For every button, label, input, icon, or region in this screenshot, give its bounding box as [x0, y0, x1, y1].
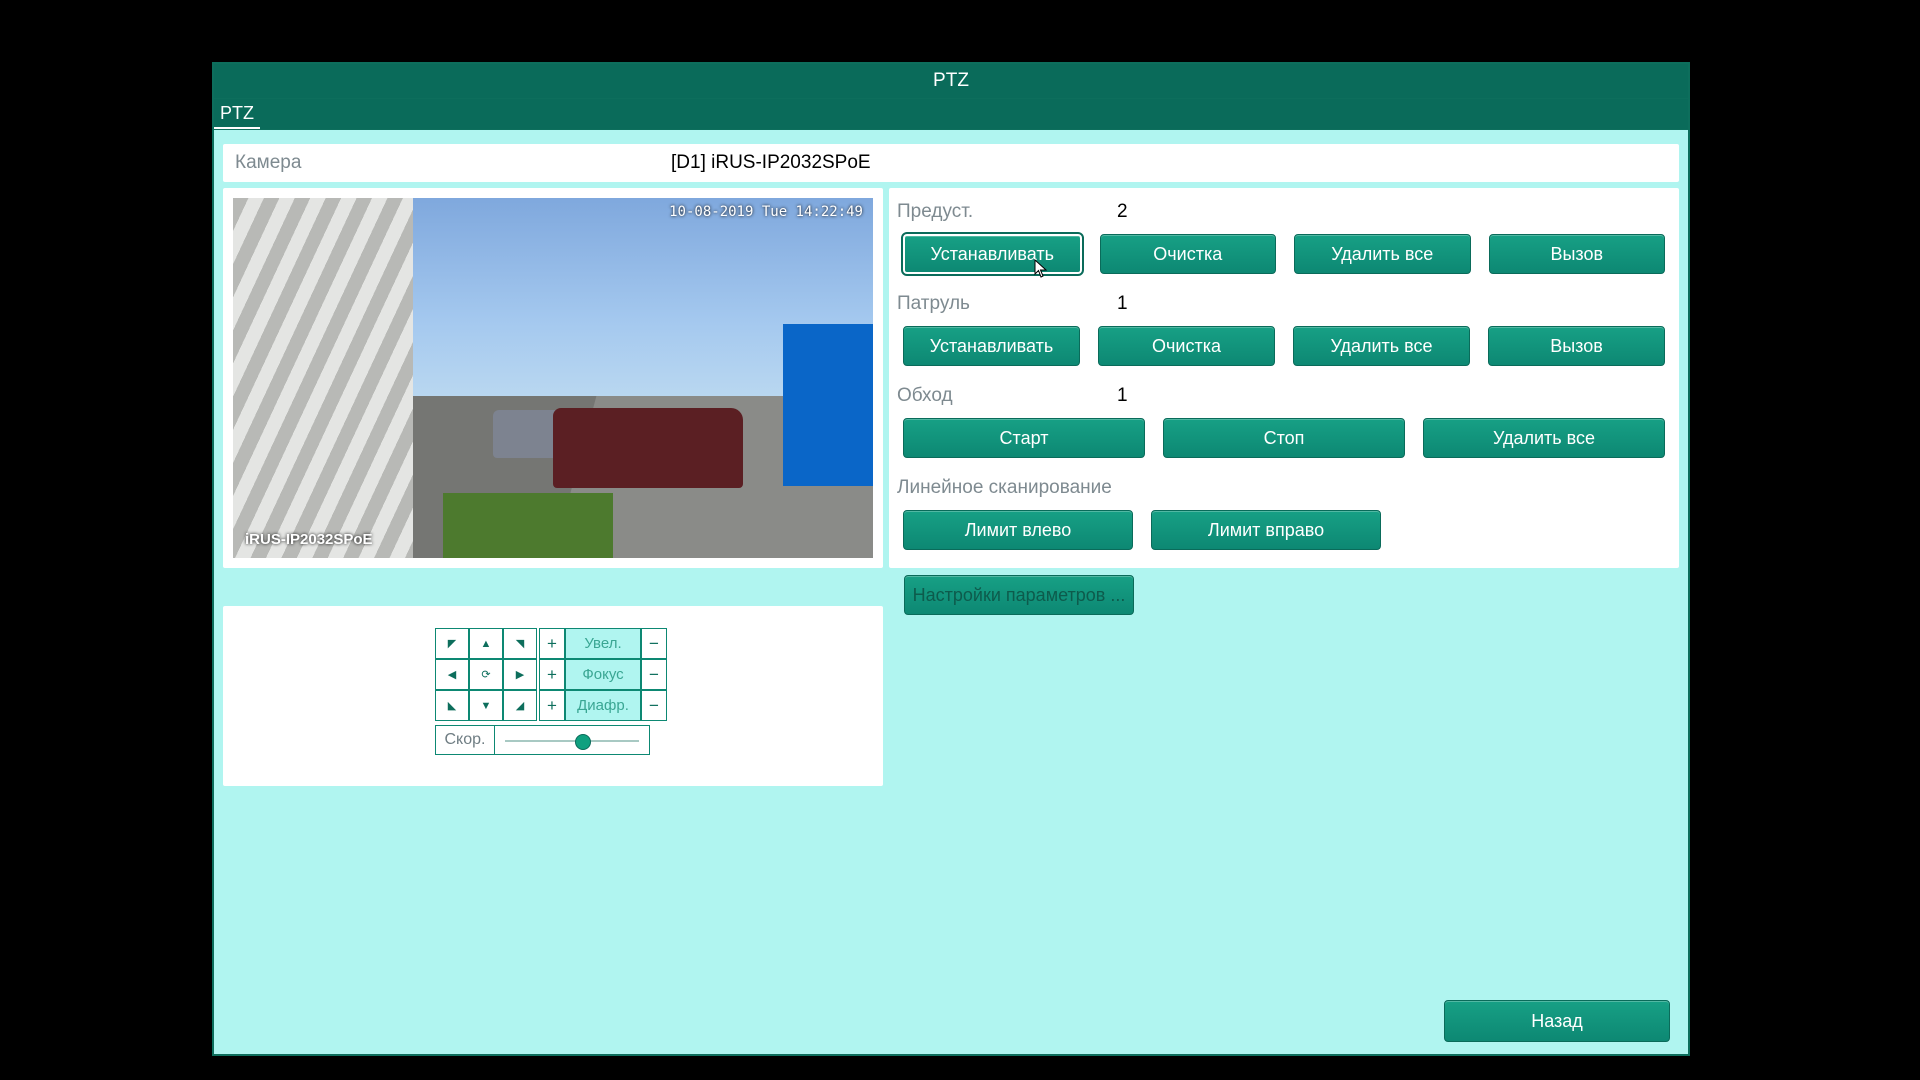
preset-call-button[interactable]: Вызов	[1489, 234, 1666, 274]
patrol-clear-button[interactable]: Очистка	[1098, 326, 1275, 366]
patrol-label: Патруль	[897, 293, 1117, 315]
tab-ptz[interactable]: PTZ	[214, 99, 260, 129]
ptz-up-left[interactable]: ◤	[435, 628, 469, 659]
linescan-row: Линейное сканирование	[889, 468, 1679, 508]
focus-out-button[interactable]: −	[641, 659, 667, 690]
window-title: PTZ	[214, 64, 1688, 98]
preview-timestamp: 10-08-2019 Tue 14:22:49	[669, 204, 863, 220]
ptz-up-right[interactable]: ◥	[503, 628, 537, 659]
ptz-dpad: ◤ ▲ ◥ ◀ ⟳ ▶ ◣ ▼ ◢	[435, 628, 537, 721]
camera-selector[interactable]: Камера [D1] iRUS-IP2032SPoE	[223, 144, 1679, 182]
focus-in-button[interactable]: +	[539, 659, 565, 690]
content-area: Камера [D1] iRUS-IP2032SPoE 10-08-2019 T…	[214, 130, 1688, 1054]
tour-value[interactable]: 1	[1117, 385, 1157, 407]
speed-label: Скор.	[435, 725, 495, 755]
patrol-buttons: Устанавливать Очистка Удалить все Вызов	[889, 324, 1679, 376]
zoom-out-button[interactable]: −	[641, 628, 667, 659]
preset-row: Предуст. 2	[889, 192, 1679, 232]
patrol-set-button[interactable]: Устанавливать	[903, 326, 1080, 366]
more-settings-button[interactable]: Настройки параметров ...	[904, 575, 1134, 615]
ptz-right[interactable]: ▶	[503, 659, 537, 690]
tour-delete-all-button[interactable]: Удалить все	[1423, 418, 1665, 458]
speed-thumb[interactable]	[575, 734, 591, 750]
linescan-buttons: Лимит влево Лимит вправо	[889, 508, 1679, 560]
tour-start-button[interactable]: Старт	[903, 418, 1145, 458]
patrol-value[interactable]: 1	[1117, 293, 1157, 315]
limit-right-button[interactable]: Лимит вправо	[1151, 510, 1381, 550]
ptz-down-right[interactable]: ◢	[503, 690, 537, 721]
focus-label: Фокус	[565, 659, 641, 690]
zoom-label: Увел.	[565, 628, 641, 659]
tour-row: Обход 1	[889, 376, 1679, 416]
ptz-down-left[interactable]: ◣	[435, 690, 469, 721]
settings-pane: Предуст. 2 Устанавливать Очистка Удалить…	[889, 188, 1679, 568]
iris-close-button[interactable]: −	[641, 690, 667, 721]
iris-label: Диафр.	[565, 690, 641, 721]
ptz-left[interactable]: ◀	[435, 659, 469, 690]
patrol-delete-all-button[interactable]: Удалить все	[1293, 326, 1470, 366]
limit-left-button[interactable]: Лимит влево	[903, 510, 1133, 550]
tab-bar: PTZ	[214, 98, 1688, 130]
ptz-control-panel: ◤ ▲ ◥ ◀ ⟳ ▶ ◣ ▼ ◢ + Увел. − + Фокус − + …	[223, 606, 883, 786]
speed-row: Скор.	[435, 725, 650, 755]
preset-set-button[interactable]: Устанавливать	[903, 234, 1082, 274]
zoom-in-button[interactable]: +	[539, 628, 565, 659]
ptz-window: PTZ PTZ Камера [D1] iRUS-IP2032SPoE 10-0…	[212, 62, 1690, 1056]
video-preview[interactable]: 10-08-2019 Tue 14:22:49 iRUS-IP2032SPoE	[233, 198, 873, 558]
linescan-label: Линейное сканирование	[897, 477, 1112, 499]
patrol-row: Патруль 1	[889, 284, 1679, 324]
preset-buttons: Устанавливать Очистка Удалить все Вызов	[889, 232, 1679, 284]
preset-clear-button[interactable]: Очистка	[1100, 234, 1277, 274]
preset-value[interactable]: 2	[1117, 201, 1157, 223]
ptz-up[interactable]: ▲	[469, 628, 503, 659]
camera-value: [D1] iRUS-IP2032SPoE	[663, 152, 1679, 174]
video-preview-frame: 10-08-2019 Tue 14:22:49 iRUS-IP2032SPoE	[223, 188, 883, 568]
ptz-down[interactable]: ▼	[469, 690, 503, 721]
iris-open-button[interactable]: +	[539, 690, 565, 721]
preset-label: Предуст.	[897, 201, 1117, 223]
camera-label: Камера	[223, 152, 663, 174]
back-button[interactable]: Назад	[1444, 1000, 1670, 1042]
tour-stop-button[interactable]: Стоп	[1163, 418, 1405, 458]
patrol-call-button[interactable]: Вызов	[1488, 326, 1665, 366]
tour-label: Обход	[897, 385, 1117, 407]
ptz-auto[interactable]: ⟳	[469, 659, 503, 690]
zoom-focus-iris-grid: + Увел. − + Фокус − + Диафр. −	[539, 628, 667, 721]
speed-slider[interactable]	[494, 725, 650, 755]
tour-buttons: Старт Стоп Удалить все	[889, 416, 1679, 468]
preset-delete-all-button[interactable]: Удалить все	[1294, 234, 1471, 274]
preview-camera-label: iRUS-IP2032SPoE	[245, 531, 373, 548]
